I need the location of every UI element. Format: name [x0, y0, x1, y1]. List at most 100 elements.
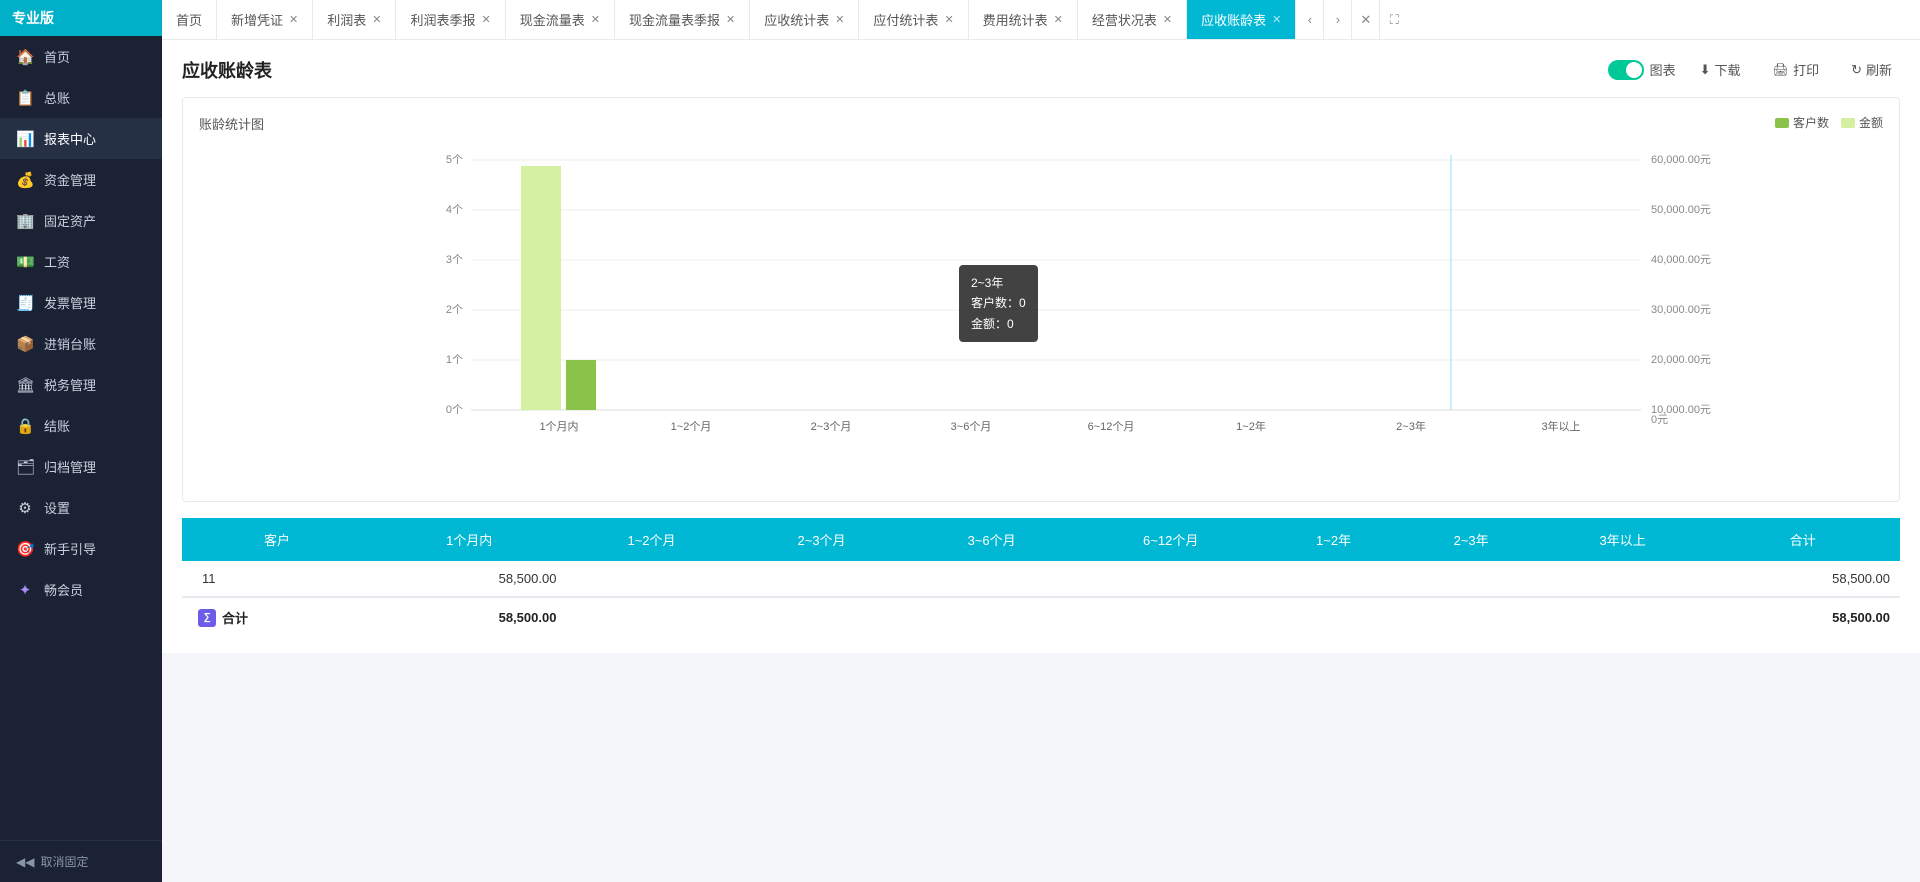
tab-close-icon[interactable]: ✕ — [726, 13, 735, 26]
sidebar-item-stock[interactable]: 📦 进销台账 — [0, 323, 162, 364]
data-table: 客户 1个月内 1~2个月 2~3个月 3~6个月 6~12个月 1~2年 2~… — [182, 518, 1900, 637]
sum-icon: ∑ — [198, 609, 216, 627]
chart-toggle[interactable]: 图表 — [1608, 60, 1676, 80]
assets-icon: 🏢 — [16, 212, 34, 230]
sidebar-item-label: 固定资产 — [44, 211, 96, 230]
sidebar-item-invoice[interactable]: 🧾 发票管理 — [0, 282, 162, 323]
tab-close-icon[interactable]: ✕ — [591, 13, 600, 26]
tab-close-icon[interactable]: ✕ — [372, 13, 381, 26]
svg-text:1个: 1个 — [446, 353, 463, 366]
sidebar-item-label: 设置 — [44, 498, 70, 517]
sidebar-item-guide[interactable]: 🎯 新手引导 — [0, 528, 162, 569]
home-icon: 🏠 — [16, 48, 34, 66]
capital-icon: 💰 — [16, 171, 34, 189]
bar-amount-1 — [521, 166, 561, 410]
tab-close-icon[interactable]: ✕ — [835, 13, 844, 26]
tab-business-status[interactable]: 经营状况表 ✕ — [1078, 0, 1187, 40]
sidebar-item-capital[interactable]: 💰 资金管理 — [0, 159, 162, 200]
tab-profit[interactable]: 利润表 ✕ — [313, 0, 396, 40]
cell-m1: 58,500.00 — [372, 561, 567, 597]
tab-next-button[interactable]: › — [1324, 0, 1352, 40]
legend-customer-color — [1775, 118, 1789, 128]
sidebar-item-label: 发票管理 — [44, 293, 96, 312]
sidebar: 专业版 🏠 首页 📋 总账 📊 报表中心 💰 资金管理 🏢 固定资产 💵 工资 … — [0, 0, 162, 882]
sidebar-item-settings[interactable]: ⚙ 设置 — [0, 487, 162, 528]
tab-close-icon[interactable]: ✕ — [289, 13, 298, 26]
col-header-customer: 客户 — [182, 518, 372, 561]
tab-close-all-button[interactable]: ✕ — [1352, 0, 1380, 40]
footer-m2 — [566, 597, 736, 637]
svg-text:2个: 2个 — [446, 303, 463, 316]
download-button[interactable]: ⬇ 下载 — [1692, 56, 1749, 83]
table-row[interactable]: 11 58,500.00 58,500.00 — [182, 561, 1900, 597]
svg-text:1个月内: 1个月内 — [539, 419, 578, 433]
refresh-icon: ↻ — [1851, 62, 1862, 78]
ledger-icon: 📋 — [16, 89, 34, 107]
svg-text:20,000.00元: 20,000.00元 — [1651, 354, 1711, 366]
col-header-m2: 1~2个月 — [566, 518, 736, 561]
footer-m1: 58,500.00 — [372, 597, 567, 637]
sidebar-item-ledger[interactable]: 📋 总账 — [0, 77, 162, 118]
sidebar-item-label: 归档管理 — [44, 457, 96, 476]
tab-expense-stats[interactable]: 费用统计表 ✕ — [969, 0, 1078, 40]
stock-icon: 📦 — [16, 335, 34, 353]
toggle-track[interactable] — [1608, 60, 1644, 80]
col-header-m1: 1个月内 — [372, 518, 567, 561]
tab-new-voucher[interactable]: 新增凭证 ✕ — [217, 0, 313, 40]
download-icon: ⬇ — [1700, 62, 1711, 78]
sidebar-item-member[interactable]: ✦ 畅会员 — [0, 569, 162, 610]
tab-home-label: 首页 — [176, 10, 202, 29]
sidebar-item-label: 畅会员 — [44, 580, 83, 599]
sidebar-item-assets[interactable]: 🏢 固定资产 — [0, 200, 162, 241]
svg-text:40,000.00元: 40,000.00元 — [1651, 254, 1711, 266]
tab-cashflow[interactable]: 现金流量表 ✕ — [506, 0, 615, 40]
main-area: 首页 新增凭证 ✕ 利润表 ✕ 利润表季报 ✕ 现金流量表 ✕ 现金流量表季报 … — [162, 0, 1920, 882]
legend-customer: 客户数 — [1775, 114, 1829, 131]
table-footer-row: ∑ 合计 58,500.00 58,500.00 — [182, 597, 1900, 637]
sidebar-toggle-pin[interactable]: ◀◀ 取消固定 — [0, 840, 162, 882]
col-header-m4: 3~6个月 — [907, 518, 1077, 561]
chart-area: 账龄统计图 客户数 金额 5个 4个 — [182, 97, 1900, 502]
legend-amount-color — [1841, 118, 1855, 128]
tab-ar-stats[interactable]: 应收统计表 ✕ — [750, 0, 859, 40]
tab-close-icon[interactable]: ✕ — [482, 13, 491, 26]
tab-label: 新增凭证 — [231, 10, 283, 29]
footer-m7 — [1402, 597, 1540, 637]
cell-m3 — [737, 561, 907, 597]
svg-text:0个: 0个 — [446, 403, 463, 416]
svg-text:2~3个月: 2~3个月 — [811, 420, 852, 433]
sidebar-item-label: 总账 — [44, 88, 70, 107]
table-header-row: 客户 1个月内 1~2个月 2~3个月 3~6个月 6~12个月 1~2年 2~… — [182, 518, 1900, 561]
cell-m5 — [1077, 561, 1265, 597]
sidebar-logo: 专业版 — [0, 0, 162, 36]
tab-ar-aging[interactable]: 应收账龄表 ✕ — [1187, 0, 1296, 40]
tax-icon: 🏛 — [16, 376, 34, 394]
footer-m5 — [1077, 597, 1265, 637]
print-icon: 🖨 — [1773, 62, 1790, 78]
sidebar-item-home[interactable]: 🏠 首页 — [0, 36, 162, 77]
tab-label: 现金流量表 — [520, 10, 585, 29]
refresh-button[interactable]: ↻ 刷新 — [1843, 56, 1900, 83]
sidebar-item-tax[interactable]: 🏛 税务管理 — [0, 364, 162, 405]
tab-home[interactable]: 首页 — [162, 0, 217, 40]
tab-close-icon[interactable]: ✕ — [1163, 13, 1172, 26]
tab-prev-button[interactable]: ‹ — [1296, 0, 1324, 40]
sidebar-item-report[interactable]: 📊 报表中心 — [0, 118, 162, 159]
tab-close-icon[interactable]: ✕ — [944, 13, 953, 26]
tab-maximize-button[interactable]: ⛶ — [1380, 0, 1408, 40]
sidebar-item-salary[interactable]: 💵 工资 — [0, 241, 162, 282]
toggle-thumb — [1626, 62, 1642, 78]
toggle-label: 图表 — [1650, 60, 1676, 79]
cell-total: 58,500.00 — [1705, 561, 1900, 597]
tab-close-icon[interactable]: ✕ — [1054, 13, 1063, 26]
bar-customer-1 — [566, 360, 596, 410]
pin-icon: ◀◀ — [16, 855, 34, 869]
tab-close-icon[interactable]: ✕ — [1272, 13, 1281, 26]
sidebar-item-archive[interactable]: 🗂 归档管理 — [0, 446, 162, 487]
tab-profit-quarterly[interactable]: 利润表季报 ✕ — [396, 0, 505, 40]
sidebar-item-closing[interactable]: 🔒 结账 — [0, 405, 162, 446]
sidebar-item-label: 结账 — [44, 416, 70, 435]
tab-ap-stats[interactable]: 应付统计表 ✕ — [859, 0, 968, 40]
print-button[interactable]: 🖨 打印 — [1765, 56, 1828, 83]
tab-cashflow-quarterly[interactable]: 现金流量表季报 ✕ — [615, 0, 750, 40]
